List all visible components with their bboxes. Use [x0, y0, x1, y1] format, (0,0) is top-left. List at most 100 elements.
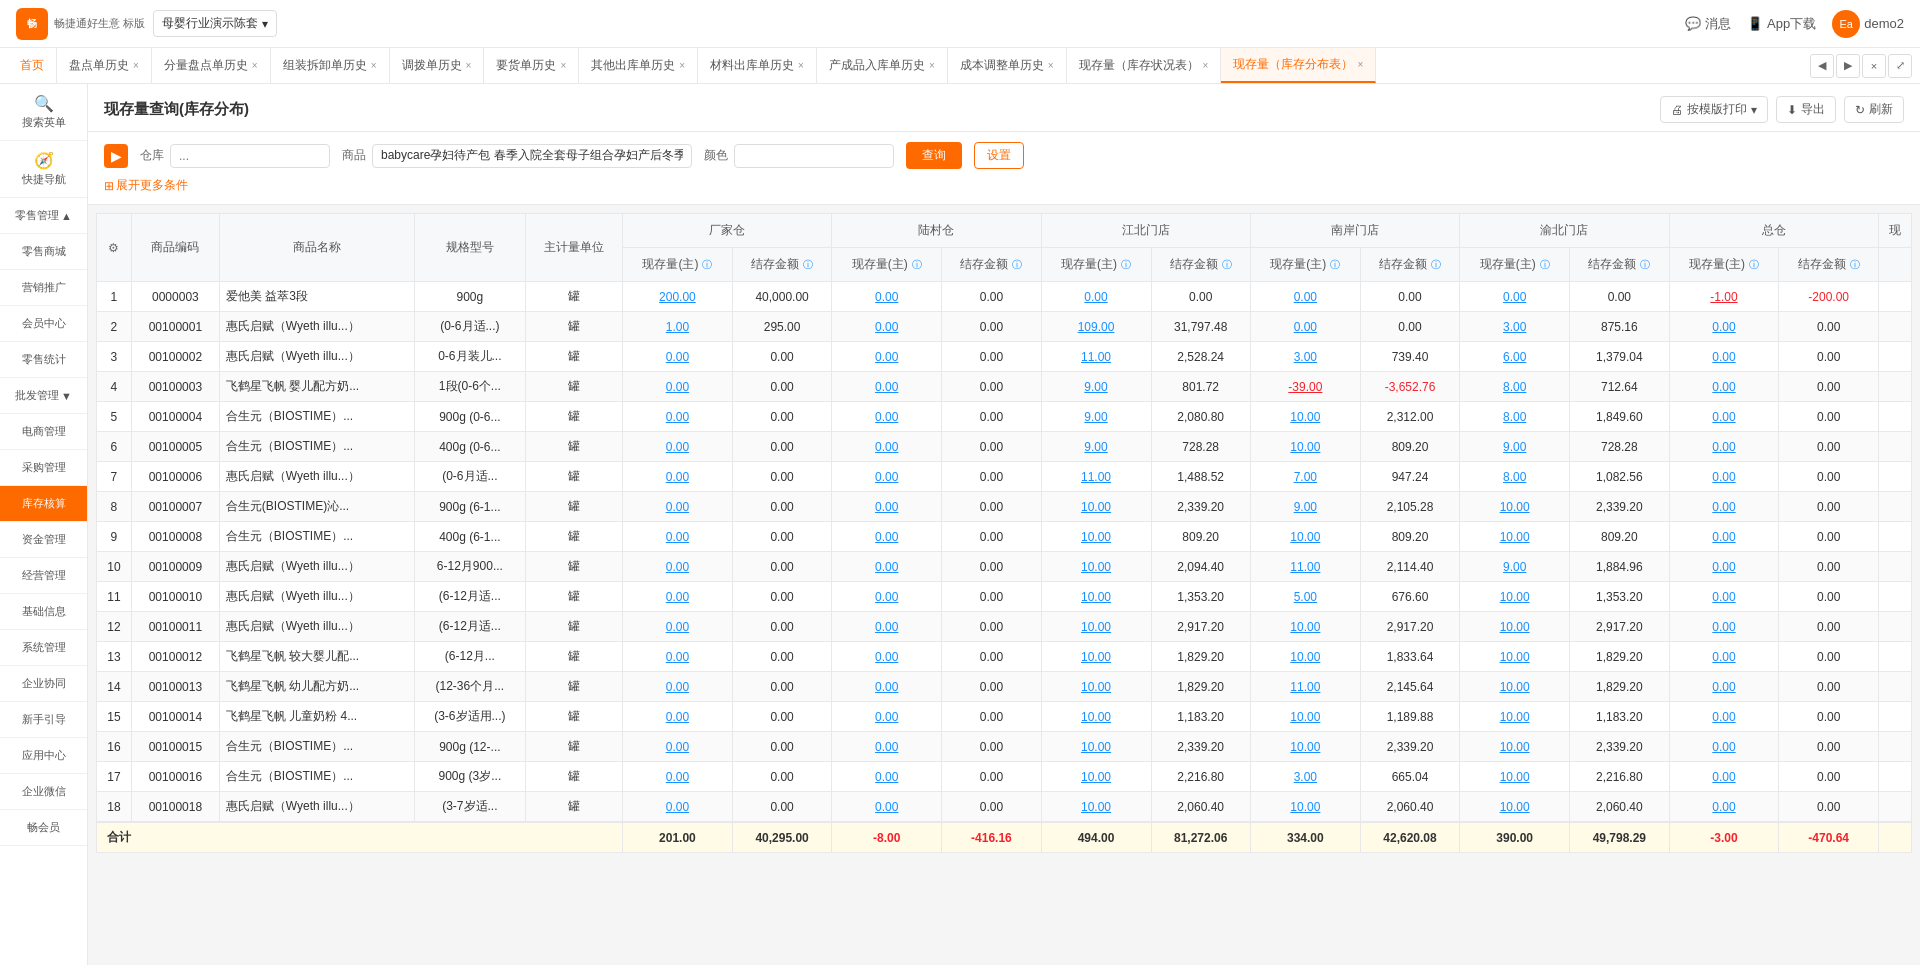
tab-cailiao-close[interactable]: ×	[798, 60, 804, 71]
cell-wh-qty-5[interactable]: 0.00	[1669, 642, 1779, 672]
cell-wh-qty-4[interactable]: 9.00	[1460, 552, 1570, 582]
cell-wh-qty-5[interactable]: 0.00	[1669, 372, 1779, 402]
info-icon-11[interactable]: ⓘ	[1749, 258, 1759, 272]
cell-wh-qty-1[interactable]: 0.00	[832, 312, 942, 342]
nav-prev-btn[interactable]: ◀	[1810, 54, 1834, 78]
cell-wh-qty-1[interactable]: 0.00	[832, 282, 942, 312]
cell-wh-qty-4[interactable]: 10.00	[1460, 672, 1570, 702]
info-icon-10[interactable]: ⓘ	[1640, 258, 1650, 272]
cell-wh-qty-0[interactable]: 0.00	[622, 612, 732, 642]
cell-wh-qty-1[interactable]: 0.00	[832, 702, 942, 732]
cell-wh-qty-4[interactable]: 9.00	[1460, 432, 1570, 462]
info-icon-12[interactable]: ⓘ	[1850, 258, 1860, 272]
cell-wh-qty-3[interactable]: 10.00	[1250, 702, 1360, 732]
cell-wh-qty-1[interactable]: 0.00	[832, 642, 942, 672]
cell-wh-qty-1[interactable]: 0.00	[832, 552, 942, 582]
expand-arrow[interactable]: ▶	[104, 144, 128, 168]
tab-xiancun1-close[interactable]: ×	[1203, 60, 1209, 71]
cell-wh-qty-5[interactable]: 0.00	[1669, 492, 1779, 522]
cell-wh-qty-3[interactable]: 10.00	[1250, 432, 1360, 462]
cell-wh-qty-1[interactable]: 0.00	[832, 492, 942, 522]
cell-wh-qty-3[interactable]: 10.00	[1250, 522, 1360, 552]
settings-btn[interactable]: 设置	[974, 142, 1024, 169]
gear-icon[interactable]: ⚙	[108, 241, 119, 255]
cell-wh-qty-1[interactable]: 0.00	[832, 672, 942, 702]
cell-wh-qty-3[interactable]: 3.00	[1250, 762, 1360, 792]
sidebar-item-retail-stats[interactable]: 零售统计	[0, 342, 87, 378]
query-btn[interactable]: 查询	[906, 142, 962, 169]
cell-wh-qty-3[interactable]: 11.00	[1250, 672, 1360, 702]
tab-fenpandian[interactable]: 分量盘点单历史 ×	[152, 48, 271, 83]
sidebar-item-ecom[interactable]: 电商管理	[0, 414, 87, 450]
cell-wh-qty-4[interactable]: 8.00	[1460, 402, 1570, 432]
info-icon-8[interactable]: ⓘ	[1431, 258, 1441, 272]
cell-wh-qty-2[interactable]: 11.00	[1041, 462, 1151, 492]
cell-wh-qty-2[interactable]: 10.00	[1041, 762, 1151, 792]
cell-wh-qty-4[interactable]: 10.00	[1460, 642, 1570, 672]
sidebar-item-nav[interactable]: 🧭 快捷导航	[0, 141, 87, 198]
sidebar-item-basic[interactable]: 基础信息	[0, 594, 87, 630]
cell-wh-qty-5[interactable]: 0.00	[1669, 522, 1779, 552]
nav-expand-btn[interactable]: ⤢	[1888, 54, 1912, 78]
nav-next-btn[interactable]: ▶	[1836, 54, 1860, 78]
sidebar-item-system[interactable]: 系统管理	[0, 630, 87, 666]
cell-wh-qty-2[interactable]: 10.00	[1041, 522, 1151, 552]
cell-wh-qty-4[interactable]: 10.00	[1460, 762, 1570, 792]
sidebar-item-retail-shop[interactable]: 零售商城	[0, 234, 87, 270]
tab-home[interactable]: 首页	[8, 48, 57, 83]
cell-wh-qty-4[interactable]: 10.00	[1460, 582, 1570, 612]
cell-wh-qty-3[interactable]: 10.00	[1250, 612, 1360, 642]
app-download-btn[interactable]: 📱 App下载	[1747, 15, 1816, 33]
sidebar-item-retail-mgmt[interactable]: 零售管理 ▲	[0, 198, 87, 234]
cell-wh-qty-5[interactable]: 0.00	[1669, 672, 1779, 702]
cell-wh-qty-0[interactable]: 0.00	[622, 402, 732, 432]
cell-wh-qty-3[interactable]: 10.00	[1250, 732, 1360, 762]
tab-zuzhuang[interactable]: 组装拆卸单历史 ×	[271, 48, 390, 83]
warehouse-input[interactable]	[170, 144, 330, 168]
cell-wh-qty-3[interactable]: 10.00	[1250, 402, 1360, 432]
tab-chuku[interactable]: 其他出库单历史 ×	[579, 48, 698, 83]
cell-wh-qty-2[interactable]: 109.00	[1041, 312, 1151, 342]
cell-wh-qty-0[interactable]: 1.00	[622, 312, 732, 342]
cell-wh-qty-1[interactable]: 0.00	[832, 732, 942, 762]
th-settings[interactable]: ⚙	[97, 214, 132, 282]
cell-wh-qty-3[interactable]: 7.00	[1250, 462, 1360, 492]
tab-yaohuo-close[interactable]: ×	[560, 60, 566, 71]
cell-wh-qty-0[interactable]: 0.00	[622, 642, 732, 672]
tab-chuku-close[interactable]: ×	[679, 60, 685, 71]
tab-diaopo-close[interactable]: ×	[466, 60, 472, 71]
cell-wh-qty-5[interactable]: 0.00	[1669, 792, 1779, 823]
cell-wh-qty-0[interactable]: 0.00	[622, 792, 732, 823]
cell-wh-qty-3[interactable]: 3.00	[1250, 342, 1360, 372]
cell-wh-qty-5[interactable]: 0.00	[1669, 762, 1779, 792]
cell-wh-qty-1[interactable]: 0.00	[832, 762, 942, 792]
cell-wh-qty-0[interactable]: 0.00	[622, 372, 732, 402]
sidebar-item-wxwork[interactable]: 企业微信	[0, 774, 87, 810]
cell-wh-qty-4[interactable]: 10.00	[1460, 492, 1570, 522]
tab-diaopo[interactable]: 调拨单历史 ×	[390, 48, 485, 83]
cell-wh-qty-3[interactable]: -39.00	[1250, 372, 1360, 402]
cell-wh-qty-0[interactable]: 0.00	[622, 762, 732, 792]
cell-wh-qty-3[interactable]: 0.00	[1250, 282, 1360, 312]
messages-btn[interactable]: 💬 消息	[1685, 15, 1731, 33]
cell-wh-qty-4[interactable]: 10.00	[1460, 522, 1570, 552]
cell-wh-qty-3[interactable]: 11.00	[1250, 552, 1360, 582]
cell-wh-qty-4[interactable]: 8.00	[1460, 372, 1570, 402]
tab-pandian[interactable]: 盘点单历史 ×	[57, 48, 152, 83]
cell-wh-qty-5[interactable]: 0.00	[1669, 462, 1779, 492]
cell-wh-qty-2[interactable]: 10.00	[1041, 582, 1151, 612]
cell-wh-qty-1[interactable]: 0.00	[832, 462, 942, 492]
cell-wh-qty-1[interactable]: 0.00	[832, 342, 942, 372]
info-icon-4[interactable]: ⓘ	[1012, 258, 1022, 272]
expand-conditions-btn[interactable]: ⊞ 展开更多条件	[104, 177, 1904, 194]
cell-wh-qty-3[interactable]: 10.00	[1250, 642, 1360, 672]
print-btn[interactable]: 🖨 按模版打印 ▾	[1660, 96, 1768, 123]
sidebar-item-purchase[interactable]: 采购管理	[0, 450, 87, 486]
cell-wh-qty-2[interactable]: 10.00	[1041, 492, 1151, 522]
sidebar-item-wholesale[interactable]: 批发管理 ▼	[0, 378, 87, 414]
tab-yaohuo[interactable]: 要货单历史 ×	[484, 48, 579, 83]
sidebar-item-guide[interactable]: 新手引导	[0, 702, 87, 738]
cell-wh-qty-0[interactable]: 0.00	[622, 342, 732, 372]
cell-wh-qty-3[interactable]: 9.00	[1250, 492, 1360, 522]
cell-wh-qty-0[interactable]: 0.00	[622, 462, 732, 492]
